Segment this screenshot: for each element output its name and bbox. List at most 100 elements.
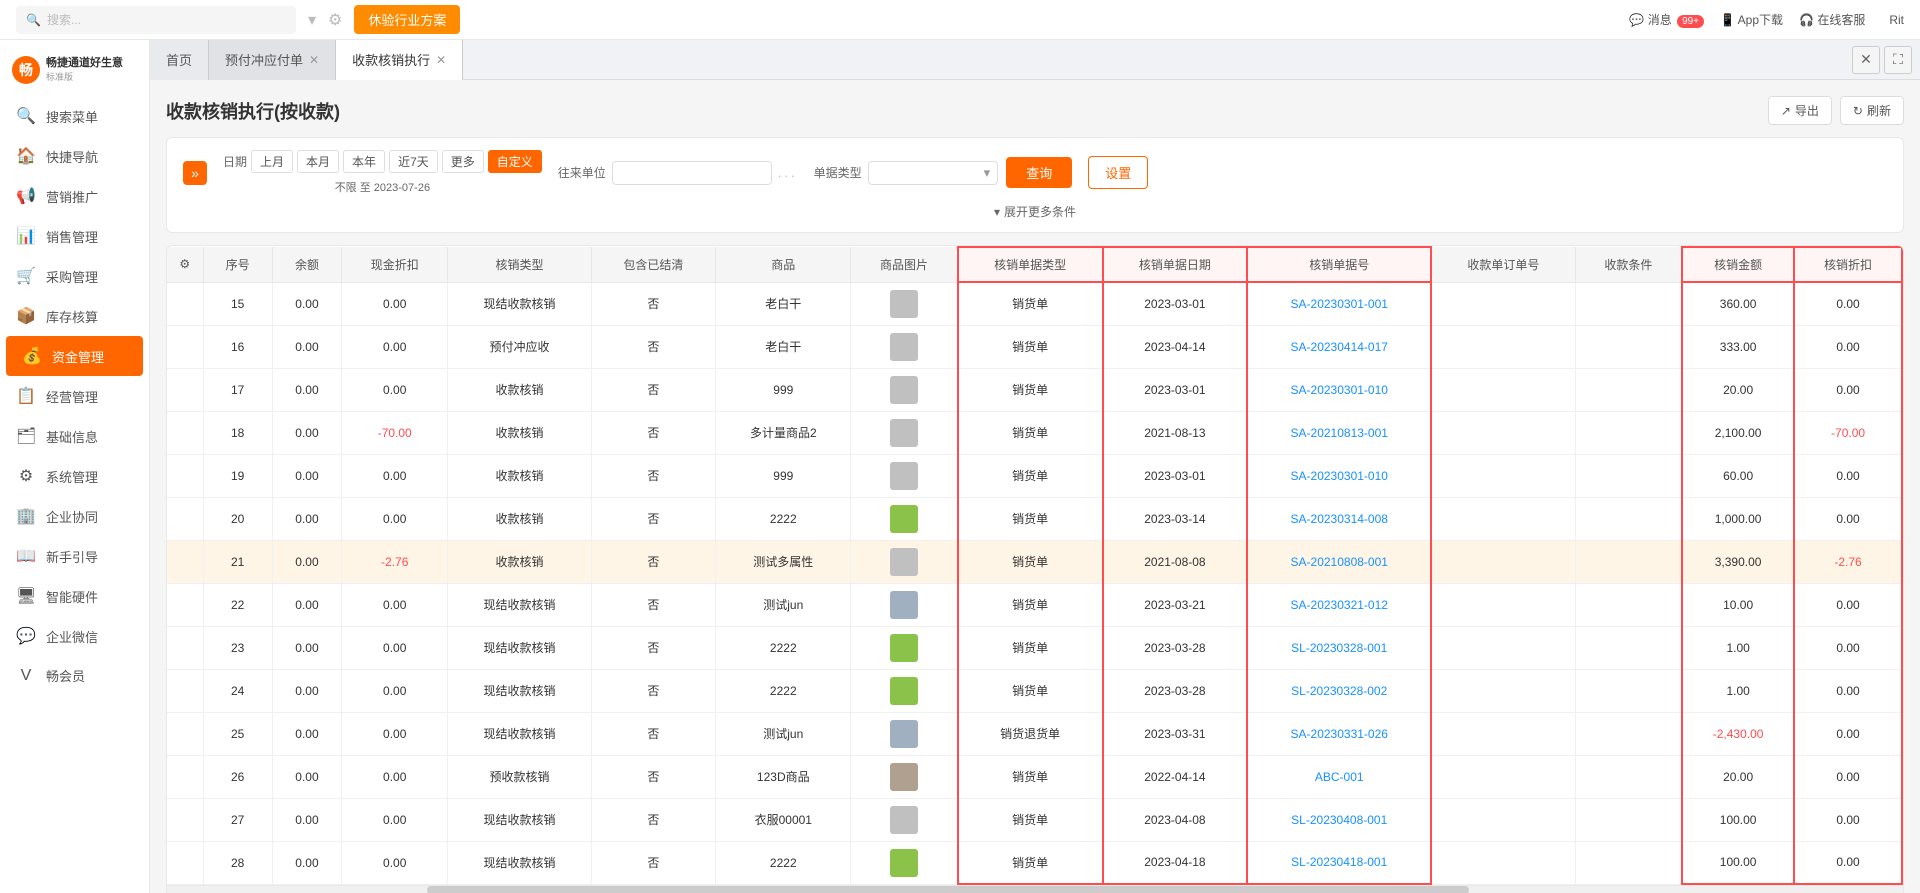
sidebar-item-wechat[interactable]: 💬 企业微信	[0, 616, 149, 656]
td-receipt-cond	[1575, 368, 1682, 411]
table-row: 15 0.00 0.00 现结收款核销 否 老白干 销货单 2023-03-01…	[167, 282, 1902, 325]
query-button[interactable]: 查询	[1006, 157, 1072, 188]
sidebar-item-guide[interactable]: 📖 新手引导	[0, 536, 149, 576]
td-bill-no[interactable]: SA-20230331-026	[1247, 712, 1431, 755]
online-service[interactable]: 🎧 在线客服	[1799, 11, 1865, 28]
scrollbar-hint[interactable]	[167, 885, 1903, 893]
tab-receipt-close-icon[interactable]: ✕	[436, 53, 446, 67]
td-bill-no[interactable]: SL-20230328-001	[1247, 626, 1431, 669]
marketing-icon: 📢	[16, 186, 36, 206]
tab-prepay-close-icon[interactable]: ✕	[309, 53, 319, 67]
search-box[interactable]: 🔍 搜索...	[16, 6, 296, 34]
td-bill-no[interactable]: ABC-001	[1247, 755, 1431, 798]
td-bill-no[interactable]: SL-20230408-001	[1247, 798, 1431, 841]
td-bill-no[interactable]: SA-20210813-001	[1247, 411, 1431, 454]
date-btn-more[interactable]: 更多	[442, 150, 484, 173]
td-bill-no[interactable]: SA-20230301-001	[1247, 282, 1431, 325]
message-badge: 99+	[1677, 15, 1704, 28]
sidebar-label-member: 畅会员	[46, 666, 85, 685]
sidebar-item-marketing[interactable]: 📢 营销推广	[0, 176, 149, 216]
sidebar-item-operation[interactable]: 📋 经营管理	[0, 376, 149, 416]
td-bill-no[interactable]: SA-20230414-017	[1247, 325, 1431, 368]
sidebar-item-sales[interactable]: 📊 销售管理	[0, 216, 149, 256]
sidebar-item-inventory[interactable]: 📦 库存核算	[0, 296, 149, 336]
bill-type-select[interactable]	[868, 161, 998, 185]
sidebar-item-corp[interactable]: 🏢 企业协同	[0, 496, 149, 536]
td-balance: 0.00	[272, 325, 341, 368]
sidebar-item-quick[interactable]: 🏠 快捷导航	[0, 136, 149, 176]
td-bill-type: 销货单	[958, 411, 1103, 454]
td-bill-type: 销货单	[958, 583, 1103, 626]
td-bill-no[interactable]: SA-20230301-010	[1247, 454, 1431, 497]
date-btn-7days[interactable]: 近7天	[389, 150, 438, 173]
setting-button[interactable]: 设置	[1088, 156, 1148, 189]
tab-home[interactable]: 首页	[150, 40, 209, 80]
td-goods: 999	[716, 368, 851, 411]
td-bill-date: 2023-03-01	[1103, 368, 1248, 411]
logo-text: 畅捷通道好生意	[46, 57, 123, 70]
td-goods-img	[851, 712, 958, 755]
sidebar-label-guide: 新手引导	[46, 547, 98, 566]
td-gear	[167, 626, 203, 669]
user-avatar[interactable]: Rit	[1889, 13, 1904, 27]
td-bill-date: 2022-04-14	[1103, 755, 1248, 798]
th-gear[interactable]: ⚙	[167, 247, 203, 282]
tab-maximize-btn[interactable]: ⛶	[1884, 46, 1912, 74]
export-button[interactable]: ↗ 导出	[1768, 96, 1832, 125]
tab-receipt[interactable]: 收款核销执行 ✕	[336, 40, 463, 80]
sidebar-item-search[interactable]: 🔍 搜索菜单	[0, 96, 149, 136]
td-seq: 22	[203, 583, 272, 626]
sidebar-item-capital[interactable]: 💰 资金管理	[6, 336, 143, 376]
tab-close-btn[interactable]: ✕	[1852, 46, 1880, 74]
date-btn-custom[interactable]: 自定义	[488, 150, 542, 173]
td-bill-no[interactable]: SA-20210808-001	[1247, 540, 1431, 583]
td-gear	[167, 325, 203, 368]
sidebar-item-purchase[interactable]: 🛒 采购管理	[0, 256, 149, 296]
date-btn-this-month[interactable]: 本月	[297, 150, 339, 173]
td-seq: 15	[203, 282, 272, 325]
table-row: 24 0.00 0.00 现结收款核销 否 2222 销货单 2023-03-2…	[167, 669, 1902, 712]
th-balance: 余额	[272, 247, 341, 282]
td-goods: 2222	[716, 841, 851, 884]
td-receipt-order-no	[1431, 712, 1575, 755]
app-download[interactable]: 📱 App下载	[1720, 11, 1783, 28]
dropdown-arrow-icon[interactable]: ▾	[308, 10, 316, 30]
td-receipt-cond	[1575, 583, 1682, 626]
date-btn-this-year[interactable]: 本年	[343, 150, 385, 173]
td-bill-no[interactable]: SA-20230301-010	[1247, 368, 1431, 411]
filter-expand-btn[interactable]: »	[183, 161, 207, 185]
td-include-closed: 否	[591, 368, 716, 411]
td-include-closed: 否	[591, 755, 716, 798]
th-cash-discount: 现金折扣	[342, 247, 448, 282]
td-seq: 21	[203, 540, 272, 583]
sidebar-item-member[interactable]: V 畅会员	[0, 656, 149, 695]
td-bill-no[interactable]: SA-20230314-008	[1247, 497, 1431, 540]
td-bill-no[interactable]: SL-20230328-002	[1247, 669, 1431, 712]
td-seq: 20	[203, 497, 272, 540]
td-cancel-type: 现结收款核销	[448, 669, 591, 712]
td-seq: 16	[203, 325, 272, 368]
refresh-button[interactable]: ↻ 刷新	[1840, 96, 1904, 125]
tab-prepay[interactable]: 预付冲应付单 ✕	[209, 40, 336, 80]
td-receipt-order-no	[1431, 454, 1575, 497]
logo-icon: 畅	[12, 56, 40, 84]
date-btn-last-month[interactable]: 上月	[251, 150, 293, 173]
search-icon: 🔍	[26, 13, 41, 27]
td-goods-img	[851, 583, 958, 626]
td-seq: 25	[203, 712, 272, 755]
td-cancel-amount: 20.00	[1682, 755, 1794, 798]
sidebar-item-system[interactable]: ⚙ 系统管理	[0, 456, 149, 496]
td-goods-img	[851, 669, 958, 712]
sidebar: 畅 畅捷通道好生意 标准版 🔍 搜索菜单 🏠 快捷导航 📢 营销推广 📊 销售管…	[0, 40, 150, 893]
td-bill-no[interactable]: SA-20230321-012	[1247, 583, 1431, 626]
table-row: 18 0.00 -70.00 收款核销 否 多计量商品2 销货单 2021-08…	[167, 411, 1902, 454]
td-cancel-amount: -2,430.00	[1682, 712, 1794, 755]
expand-conditions[interactable]: ▾ 展开更多条件	[183, 203, 1887, 220]
industry-btn[interactable]: 休验行业方案	[354, 5, 460, 34]
sidebar-item-hardware[interactable]: 🖥 智能硬件	[0, 576, 149, 616]
td-bill-no[interactable]: SL-20230418-001	[1247, 841, 1431, 884]
from-unit-input[interactable]	[612, 161, 772, 185]
sidebar-item-basic[interactable]: 🗂 基础信息	[0, 416, 149, 456]
settings-icon[interactable]: ⚙	[328, 10, 342, 30]
message-area[interactable]: 💬 消息 99+	[1629, 11, 1704, 28]
